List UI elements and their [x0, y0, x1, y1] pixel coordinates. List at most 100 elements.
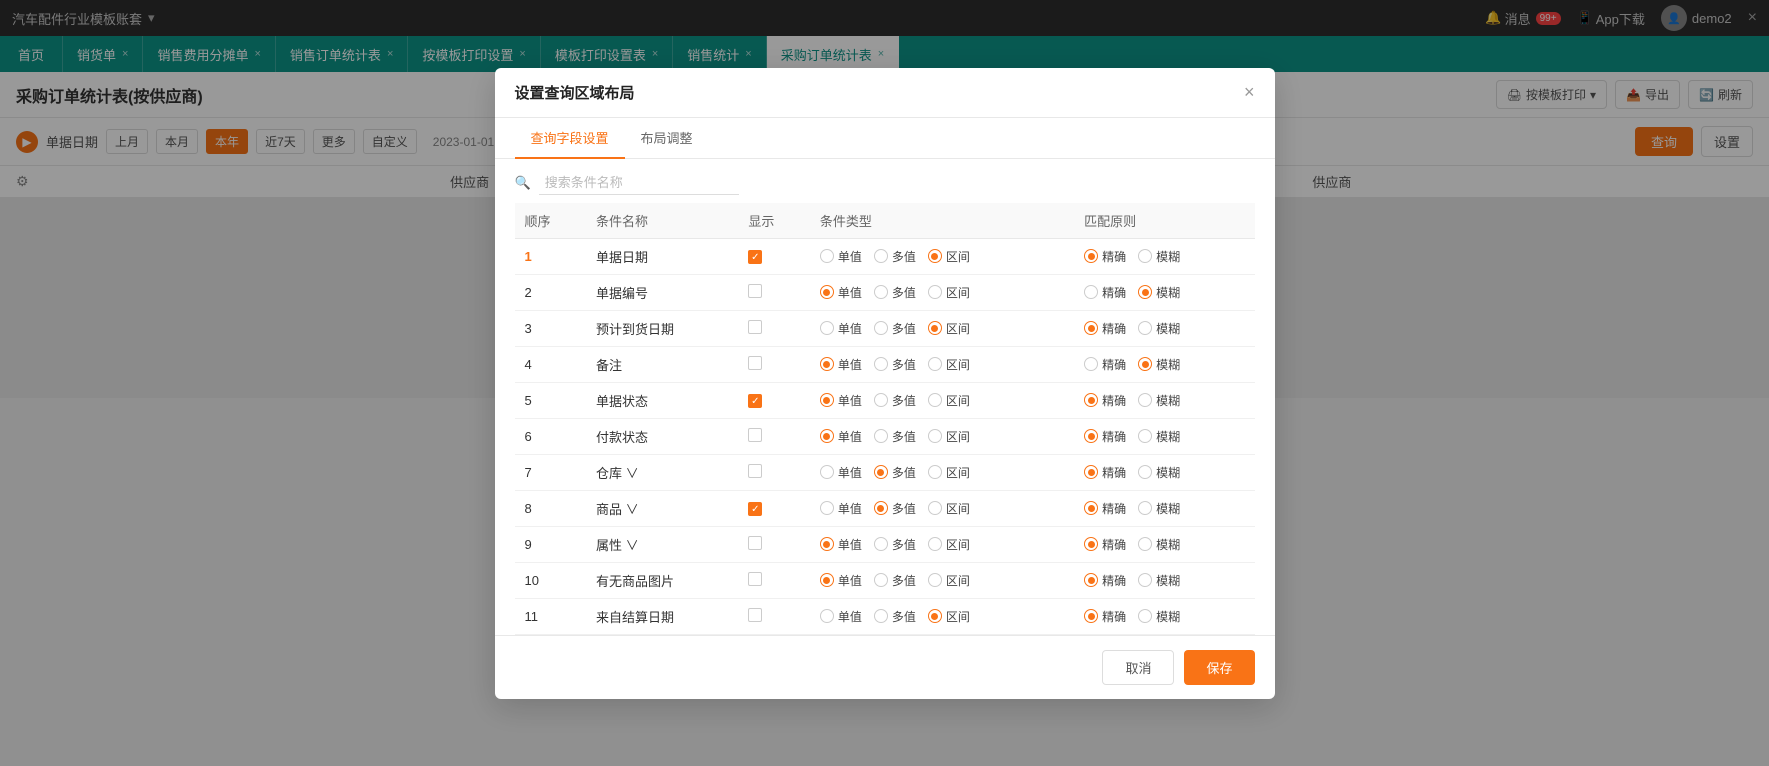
col-display: 显示: [738, 203, 810, 239]
type-multi-radio[interactable]: 多值: [874, 284, 916, 301]
type-range-radio[interactable]: 区间: [928, 392, 970, 409]
row-display[interactable]: [738, 598, 810, 634]
type-range-radio[interactable]: 区间: [928, 248, 970, 265]
match-fuzzy-radio[interactable]: 模糊: [1138, 428, 1180, 445]
match-fuzzy-radio[interactable]: 模糊: [1138, 464, 1180, 481]
row-display[interactable]: [738, 454, 810, 490]
type-range-radio[interactable]: 区间: [928, 608, 970, 625]
type-range-radio-label: 区间: [946, 464, 970, 481]
match-exact-radio[interactable]: 精确: [1084, 392, 1126, 409]
match-fuzzy-radio[interactable]: 模糊: [1138, 608, 1180, 625]
type-range-radio[interactable]: 区间: [928, 500, 970, 517]
type-multi-radio[interactable]: 多值: [874, 500, 916, 517]
type-multi-radio[interactable]: 多值: [874, 572, 916, 589]
match-exact-radio[interactable]: 精确: [1084, 356, 1126, 373]
match-fuzzy-radio[interactable]: 模糊: [1138, 320, 1180, 337]
display-checkbox[interactable]: [748, 428, 762, 442]
row-name: 预计到货日期: [586, 310, 738, 346]
tab-layout-adjust-label: 布局调整: [641, 131, 693, 146]
type-single-radio[interactable]: 单值: [820, 572, 862, 589]
match-exact-radio[interactable]: 精确: [1084, 284, 1126, 301]
display-checkbox[interactable]: [748, 284, 762, 298]
dialog-close-button[interactable]: ×: [1244, 82, 1255, 103]
type-multi-radio[interactable]: 多值: [874, 392, 916, 409]
match-exact-radio[interactable]: 精确: [1084, 464, 1126, 481]
type-range-radio[interactable]: 区间: [928, 356, 970, 373]
type-multi-radio[interactable]: 多值: [874, 320, 916, 337]
match-exact-radio[interactable]: 精确: [1084, 572, 1126, 589]
row-display[interactable]: ✓: [738, 238, 810, 274]
display-checkbox[interactable]: [748, 464, 762, 478]
type-single-radio[interactable]: 单值: [820, 356, 862, 373]
match-exact-radio[interactable]: 精确: [1084, 536, 1126, 553]
match-fuzzy-radio[interactable]: 模糊: [1138, 284, 1180, 301]
type-single-radio[interactable]: 单值: [820, 320, 862, 337]
tab-field-settings[interactable]: 查询字段设置: [515, 118, 625, 159]
row-display[interactable]: ✓: [738, 490, 810, 526]
type-range-radio-label: 区间: [946, 392, 970, 409]
type-range-radio[interactable]: 区间: [928, 428, 970, 445]
display-checkbox[interactable]: [748, 536, 762, 550]
row-display[interactable]: [738, 274, 810, 310]
row-display[interactable]: [738, 346, 810, 382]
type-multi-radio[interactable]: 多值: [874, 464, 916, 481]
display-checkbox[interactable]: ✓: [748, 502, 762, 516]
type-multi-radio-label: 多值: [892, 356, 916, 373]
match-fuzzy-radio[interactable]: 模糊: [1138, 248, 1180, 265]
type-single-radio-dot: [820, 465, 834, 479]
type-multi-radio[interactable]: 多值: [874, 536, 916, 553]
match-fuzzy-radio[interactable]: 模糊: [1138, 572, 1180, 589]
row-match: 精确模糊: [1074, 382, 1254, 418]
row-type: 单值多值区间: [810, 238, 1074, 274]
type-single-radio[interactable]: 单值: [820, 248, 862, 265]
type-single-radio[interactable]: 单值: [820, 284, 862, 301]
type-single-radio[interactable]: 单值: [820, 392, 862, 409]
type-multi-radio[interactable]: 多值: [874, 608, 916, 625]
type-single-radio[interactable]: 单值: [820, 500, 862, 517]
match-exact-radio[interactable]: 精确: [1084, 500, 1126, 517]
type-single-radio[interactable]: 单值: [820, 464, 862, 481]
type-single-radio[interactable]: 单值: [820, 608, 862, 625]
match-exact-radio[interactable]: 精确: [1084, 248, 1126, 265]
match-fuzzy-radio-dot: [1138, 537, 1152, 551]
display-checkbox[interactable]: ✓: [748, 394, 762, 408]
type-range-radio[interactable]: 区间: [928, 464, 970, 481]
match-exact-radio[interactable]: 精确: [1084, 428, 1126, 445]
row-display[interactable]: [738, 562, 810, 598]
display-checkbox[interactable]: [748, 608, 762, 622]
match-fuzzy-radio[interactable]: 模糊: [1138, 356, 1180, 373]
type-multi-radio-label: 多值: [892, 464, 916, 481]
type-range-radio[interactable]: 区间: [928, 320, 970, 337]
dialog-tabs: 查询字段设置 布局调整: [495, 118, 1275, 159]
tab-layout-adjust[interactable]: 布局调整: [625, 118, 709, 159]
match-fuzzy-radio-dot: [1138, 321, 1152, 335]
type-range-radio-label: 区间: [946, 356, 970, 373]
type-single-radio[interactable]: 单值: [820, 536, 862, 553]
match-exact-radio-label: 精确: [1102, 284, 1126, 301]
row-display[interactable]: ✓: [738, 382, 810, 418]
type-range-radio[interactable]: 区间: [928, 284, 970, 301]
type-range-radio[interactable]: 区间: [928, 536, 970, 553]
match-fuzzy-radio[interactable]: 模糊: [1138, 536, 1180, 553]
save-button[interactable]: 保存: [1184, 650, 1254, 685]
match-fuzzy-radio[interactable]: 模糊: [1138, 500, 1180, 517]
display-checkbox[interactable]: [748, 356, 762, 370]
cancel-button[interactable]: 取消: [1102, 650, 1174, 685]
row-match: 精确模糊: [1074, 526, 1254, 562]
row-display[interactable]: [738, 418, 810, 454]
type-single-radio[interactable]: 单值: [820, 428, 862, 445]
type-multi-radio[interactable]: 多值: [874, 428, 916, 445]
match-exact-radio[interactable]: 精确: [1084, 320, 1126, 337]
match-fuzzy-radio[interactable]: 模糊: [1138, 392, 1180, 409]
display-checkbox[interactable]: ✓: [748, 250, 762, 264]
row-display[interactable]: [738, 310, 810, 346]
display-checkbox[interactable]: [748, 572, 762, 586]
row-display[interactable]: [738, 526, 810, 562]
match-exact-radio[interactable]: 精确: [1084, 608, 1126, 625]
type-range-radio[interactable]: 区间: [928, 572, 970, 589]
search-input[interactable]: [539, 171, 739, 195]
type-single-radio-label: 单值: [838, 284, 862, 301]
type-multi-radio[interactable]: 多值: [874, 248, 916, 265]
display-checkbox[interactable]: [748, 320, 762, 334]
type-multi-radio[interactable]: 多值: [874, 356, 916, 373]
